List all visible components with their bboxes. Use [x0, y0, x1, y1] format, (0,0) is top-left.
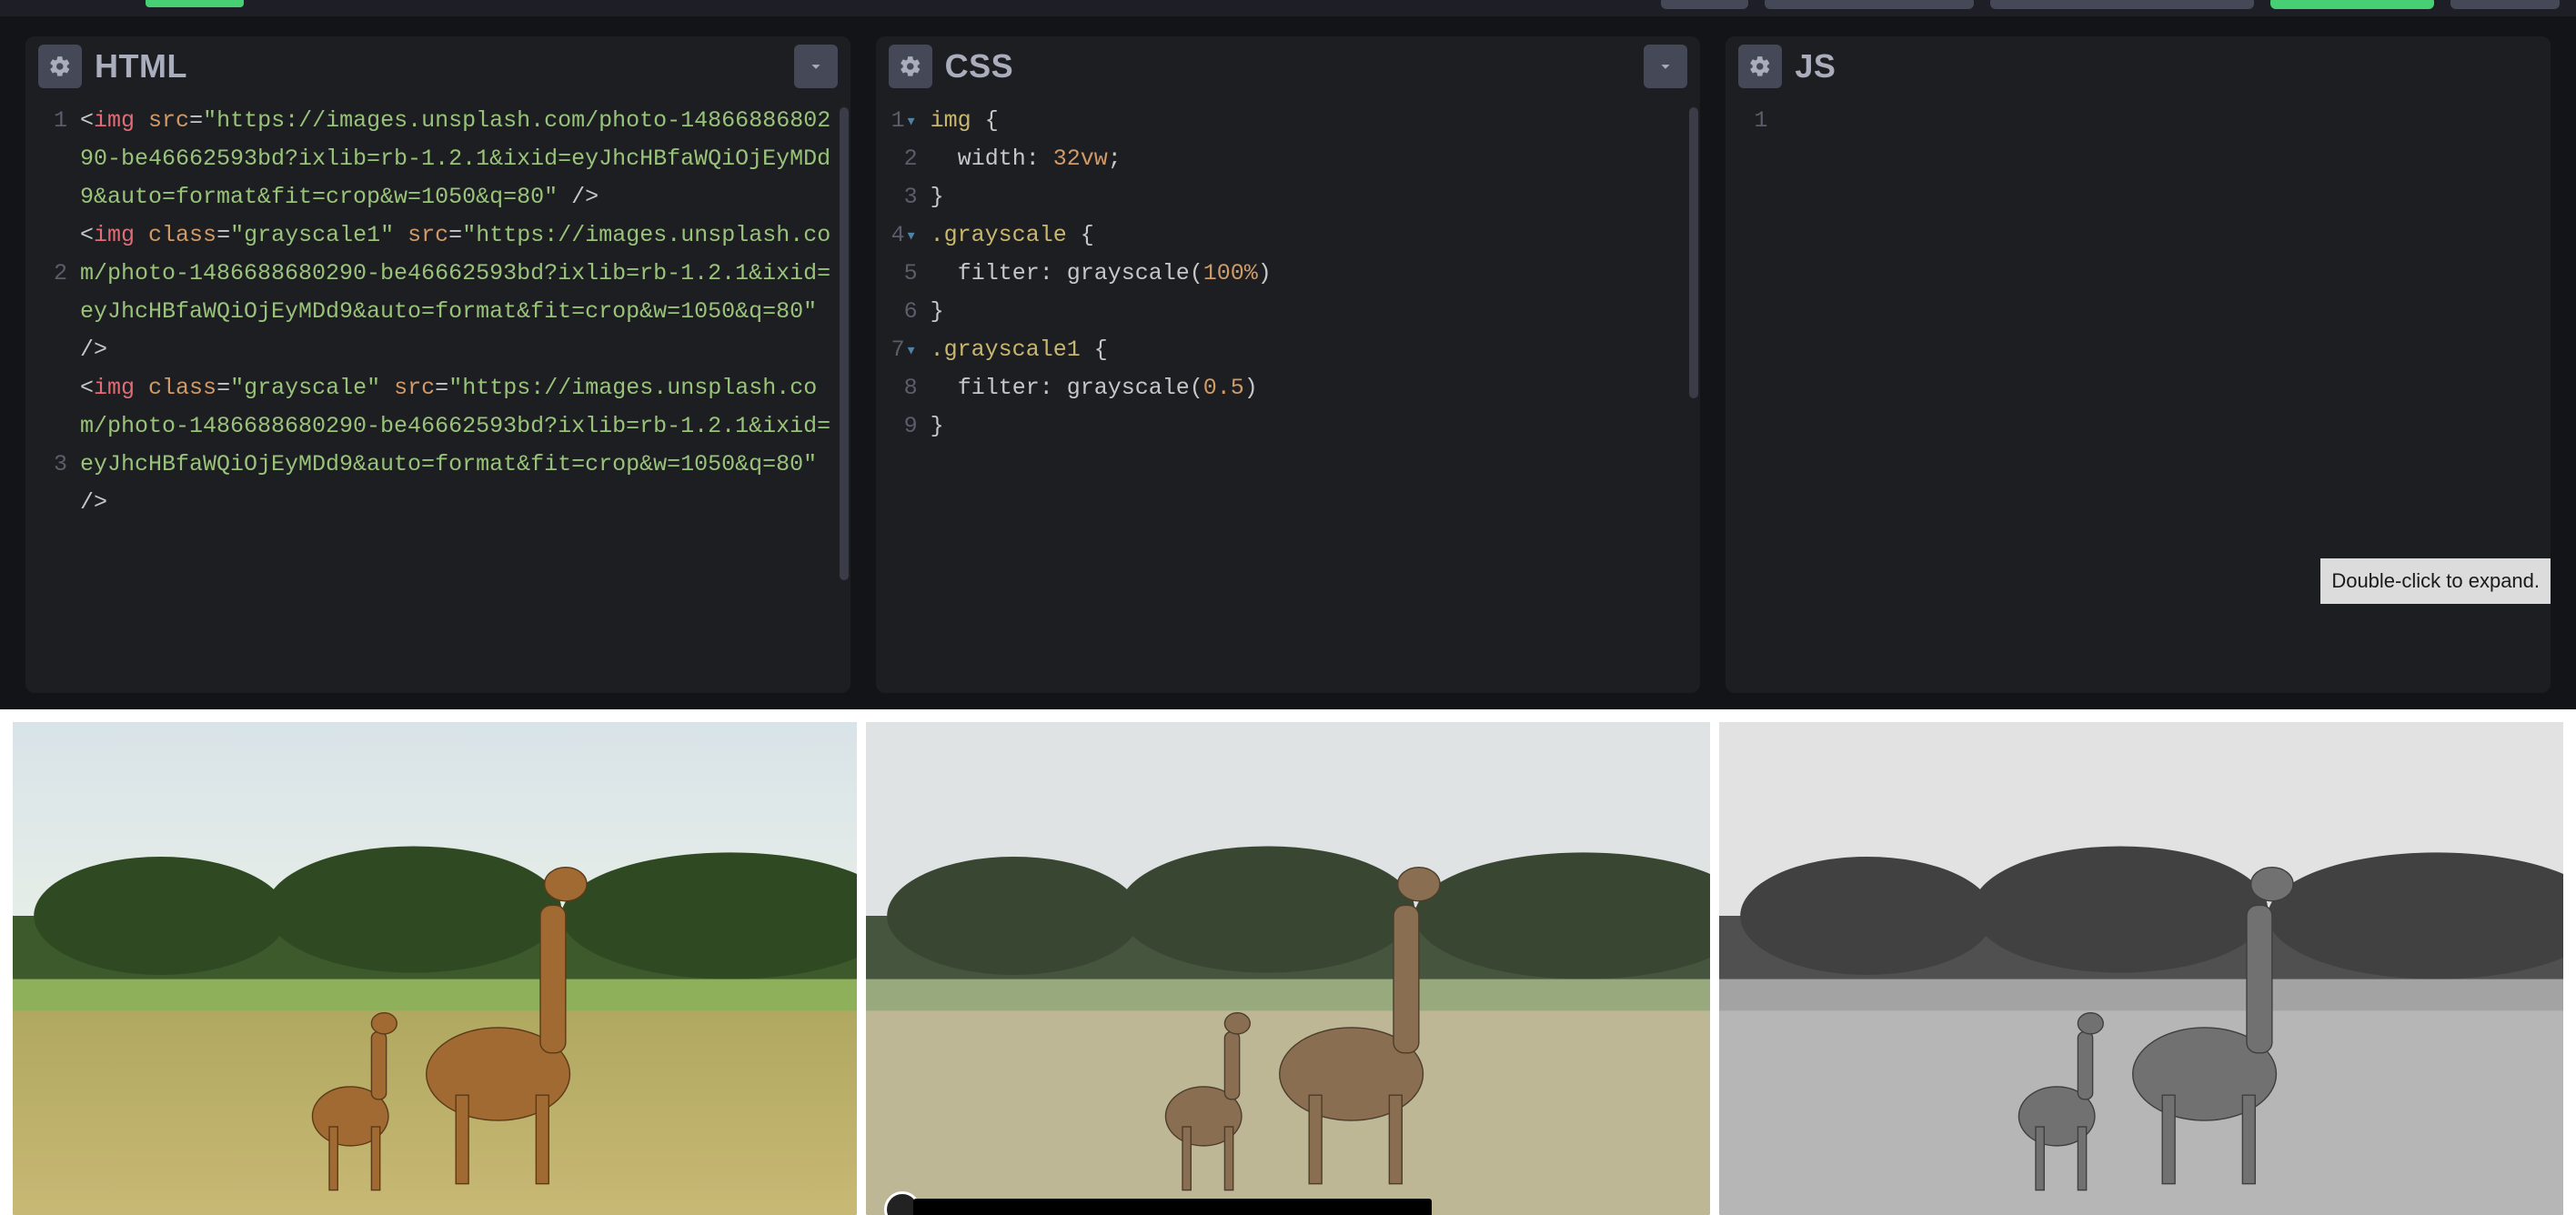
- line-number: 8: [876, 369, 918, 407]
- line-number: 2: [25, 255, 67, 293]
- css-editor[interactable]: 1▾ 2 3 4▾ 5 6 7▾ 8 9 img { width: 32vw;}…: [876, 96, 1701, 693]
- caption-bar: [913, 1199, 1432, 1215]
- gutter: 1: [1726, 96, 1780, 693]
- panel-header-js: JS: [1726, 36, 2551, 96]
- scrollbar[interactable]: [1689, 107, 1698, 398]
- preview-image-2: [866, 722, 1710, 1215]
- expand-tooltip: Double-click to expand.: [2320, 558, 2551, 604]
- t: img: [94, 375, 135, 401]
- t: =: [448, 222, 462, 248]
- t: 100%: [1203, 260, 1258, 286]
- t: <: [80, 375, 94, 401]
- t: grayscale: [244, 375, 367, 401]
- line-number: 3: [876, 178, 918, 216]
- top-buttons: [1661, 0, 2560, 9]
- t: 32vw: [1053, 146, 1108, 172]
- badge: [146, 0, 244, 7]
- t: =: [189, 107, 203, 134]
- panel-html: HTML 1 ... 2 .... 3 <img src="https://im…: [25, 36, 850, 693]
- html-editor[interactable]: 1 ... 2 .... 3 <img src="https://images.…: [25, 96, 850, 693]
- t: class: [148, 375, 216, 401]
- line-number: 3: [25, 446, 67, 484]
- scrollbar[interactable]: [840, 107, 849, 580]
- line-number: 1: [25, 102, 67, 140]
- top-btn[interactable]: [1765, 0, 1974, 9]
- t: .grayscale: [931, 222, 1067, 248]
- css-code[interactable]: img { width: 32vw;}.grayscale { filter: …: [931, 96, 1701, 693]
- chevron-down-icon[interactable]: [794, 45, 838, 88]
- t: filter: [958, 260, 1040, 286]
- js-editor[interactable]: 1 Double-click to expand.: [1726, 96, 2551, 693]
- t: src: [394, 375, 435, 401]
- panel-title-css: CSS: [945, 47, 1014, 85]
- preview-image-1: [13, 722, 857, 1215]
- preview-pane: [0, 709, 2576, 1215]
- gear-icon[interactable]: [889, 45, 932, 88]
- top-btn[interactable]: [2450, 0, 2560, 9]
- top-toolbar: [0, 0, 2576, 16]
- line-number: 1▾: [876, 102, 918, 140]
- line-number: 5: [876, 255, 918, 293]
- line-number: 9: [876, 407, 918, 446]
- gutter: 1▾ 2 3 4▾ 5 6 7▾ 8 9: [876, 96, 931, 693]
- t: img: [94, 222, 135, 248]
- line-number: 4▾: [876, 216, 918, 255]
- t: />: [571, 184, 599, 210]
- panel-title-js: JS: [1795, 47, 1836, 85]
- top-btn[interactable]: [1661, 0, 1748, 9]
- line-number: 2: [876, 140, 918, 178]
- panel-js: JS 1 Double-click to expand.: [1726, 36, 2551, 693]
- line-number: 6: [876, 293, 918, 331]
- panel-css: CSS 1▾ 2 3 4▾ 5 6 7▾ 8 9 img { width: 32…: [876, 36, 1701, 693]
- t: filter: [958, 375, 1040, 401]
- t: img: [94, 107, 135, 134]
- t: grayscale: [1067, 375, 1190, 401]
- t: =: [216, 222, 230, 248]
- html-code[interactable]: <img src="https://images.unsplash.com/ph…: [80, 96, 850, 693]
- t: <: [80, 107, 94, 134]
- t: img: [931, 107, 971, 134]
- t: .grayscale1: [931, 336, 1081, 363]
- t: />: [80, 336, 107, 363]
- panel-title-html: HTML: [95, 47, 187, 85]
- editor-row: HTML 1 ... 2 .... 3 <img src="https://im…: [0, 16, 2576, 709]
- top-btn[interactable]: [1990, 0, 2254, 9]
- panel-header-css: CSS: [876, 36, 1701, 96]
- t: =: [216, 375, 230, 401]
- t: src: [408, 222, 448, 248]
- line-number: 1: [1726, 102, 1767, 140]
- top-btn-primary[interactable]: [2270, 0, 2434, 9]
- t: class: [148, 222, 216, 248]
- chevron-down-icon[interactable]: [1644, 45, 1687, 88]
- t: =: [435, 375, 448, 401]
- preview-image-3: [1719, 722, 2563, 1215]
- t: src: [148, 107, 189, 134]
- gutter: 1 ... 2 .... 3: [25, 96, 80, 693]
- gear-icon[interactable]: [38, 45, 82, 88]
- t: grayscale1: [244, 222, 380, 248]
- t: />: [80, 489, 107, 516]
- t: 0.5: [1203, 375, 1244, 401]
- line-number: 7▾: [876, 331, 918, 369]
- t: grayscale: [1067, 260, 1190, 286]
- panel-header-html: HTML: [25, 36, 850, 96]
- gear-icon[interactable]: [1738, 45, 1782, 88]
- t: <: [80, 222, 94, 248]
- t: width: [958, 146, 1026, 172]
